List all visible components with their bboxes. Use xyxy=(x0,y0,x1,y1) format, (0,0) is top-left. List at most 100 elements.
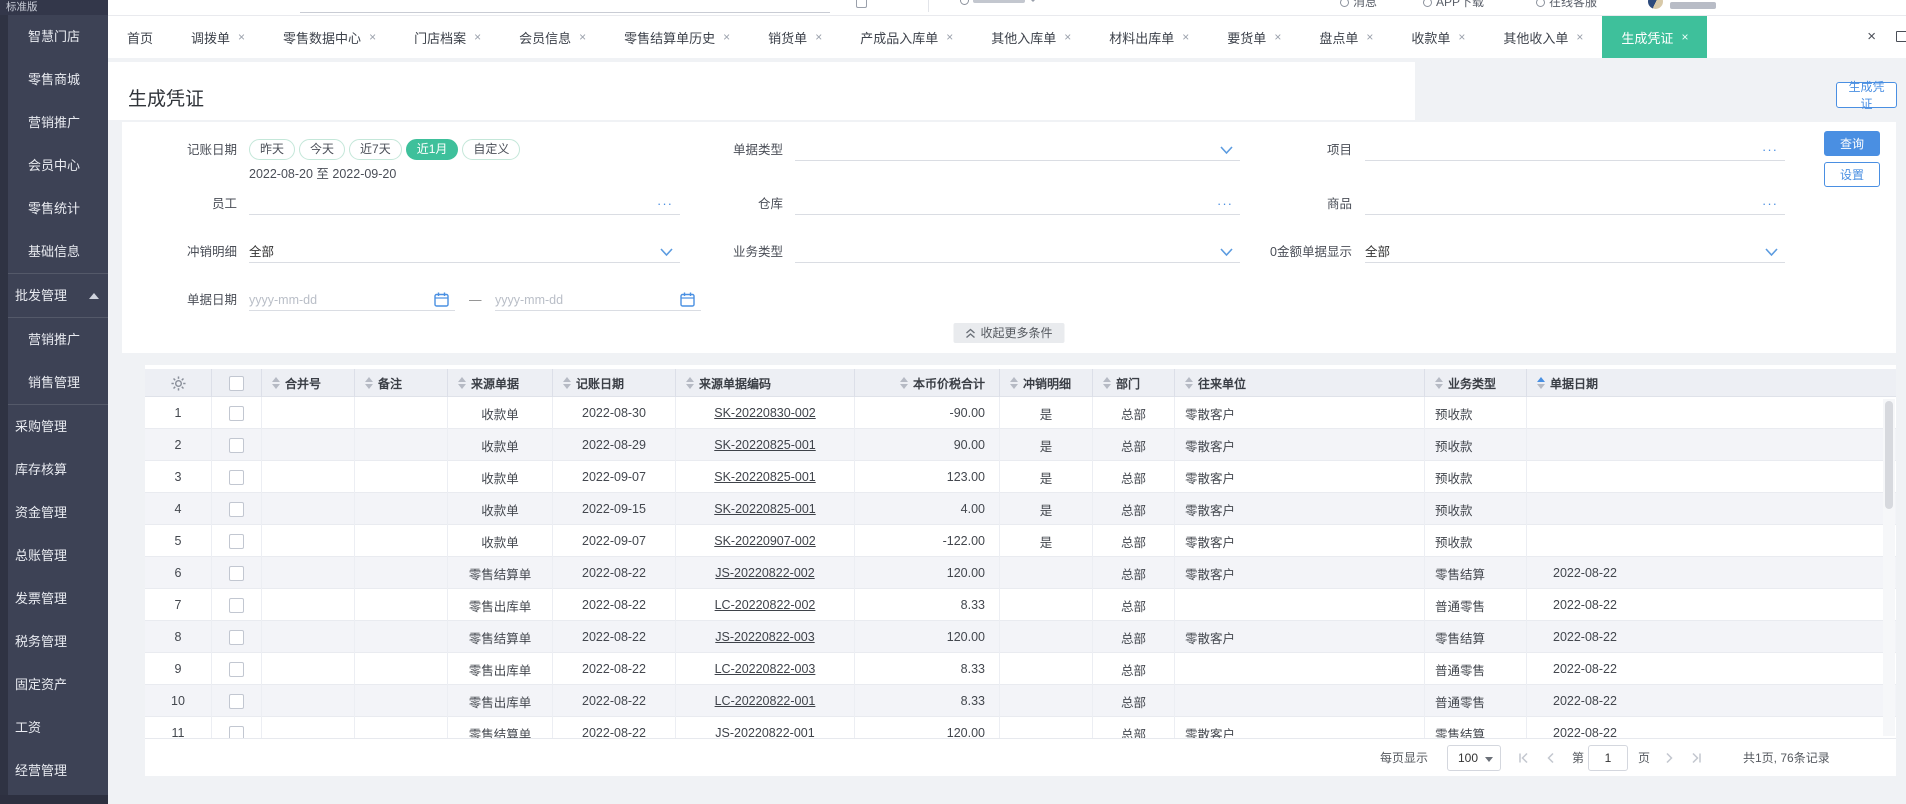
quick-action-menu[interactable] xyxy=(960,0,1037,7)
column-header-来源单据编码[interactable]: 来源单据编码 xyxy=(676,369,855,397)
tab-首页[interactable]: 首页 xyxy=(108,16,172,58)
sidebar-item-工资[interactable]: 工资 xyxy=(0,706,108,749)
close-tab-icon[interactable]: × xyxy=(1064,30,1071,44)
row-checkbox[interactable] xyxy=(229,437,244,453)
row-checkbox[interactable] xyxy=(229,725,244,738)
sort-icon[interactable] xyxy=(1010,377,1018,389)
sidebar-item-经营管理[interactable]: 经营管理 xyxy=(0,749,108,792)
column-header-备注[interactable]: 备注 xyxy=(355,369,448,397)
doc-date-from-input[interactable] xyxy=(249,289,455,311)
source-doc-link[interactable]: SK-20220907-002 xyxy=(714,534,815,548)
warehouse-picker-dots[interactable]: ··· xyxy=(1217,193,1233,215)
source-doc-link[interactable]: LC-20220822-001 xyxy=(715,694,816,708)
date-pill-自定义[interactable]: 自定义 xyxy=(462,139,521,160)
close-tab-icon[interactable]: × xyxy=(946,30,953,44)
messages-link[interactable]: 消息 xyxy=(1340,0,1377,10)
sidebar-item-税务管理[interactable]: 税务管理 xyxy=(0,620,108,663)
generate-voucher-button[interactable]: 生成凭证 xyxy=(1836,80,1897,111)
tab-门店档案[interactable]: 门店档案 × xyxy=(395,16,500,58)
tab-收款单[interactable]: 收款单 × xyxy=(1392,16,1484,58)
sort-icon[interactable] xyxy=(1103,377,1111,389)
project-input[interactable] xyxy=(1365,139,1785,161)
sidebar-item-零售商城[interactable]: 零售商城 xyxy=(0,58,108,101)
close-all-tabs-icon[interactable]: × xyxy=(1867,28,1876,45)
biz-type-select[interactable] xyxy=(795,241,1240,263)
sidebar-item-批发管理[interactable]: 批发管理 xyxy=(0,274,108,317)
page-number-input[interactable]: 1 xyxy=(1588,745,1628,771)
tab-零售数据中心[interactable]: 零售数据中心 × xyxy=(264,16,395,58)
sidebar-item-会员中心[interactable]: 会员中心 xyxy=(0,144,108,187)
tab-盘点单[interactable]: 盘点单 × xyxy=(1300,16,1392,58)
column-header-部门[interactable]: 部门 xyxy=(1093,369,1175,397)
tab-调拨单[interactable]: 调拨单 × xyxy=(172,16,264,58)
sidebar-item-零售统计[interactable]: 零售统计 xyxy=(0,187,108,230)
scan-icon[interactable] xyxy=(856,0,867,8)
last-page-icon[interactable] xyxy=(1690,752,1702,764)
close-tab-icon[interactable]: × xyxy=(1274,30,1281,44)
avatar[interactable] xyxy=(1648,0,1663,9)
source-doc-link[interactable]: LC-20220822-002 xyxy=(715,598,816,612)
sidebar-item-库存核算[interactable]: 库存核算 xyxy=(0,448,108,491)
chevron-down-icon[interactable] xyxy=(1220,146,1233,155)
column-header-往来单位[interactable]: 往来单位 xyxy=(1175,369,1425,397)
tab-生成凭证[interactable]: 生成凭证 × xyxy=(1602,16,1708,58)
sidebar-item-总账管理[interactable]: 总账管理 xyxy=(0,534,108,577)
close-tab-icon[interactable]: × xyxy=(1366,30,1373,44)
prev-page-icon[interactable] xyxy=(1545,752,1557,764)
calendar-icon[interactable] xyxy=(434,292,449,307)
column-header-checkbox[interactable] xyxy=(212,369,262,397)
collapse-more-filters-button[interactable]: 收起更多条件 xyxy=(953,323,1065,343)
row-checkbox[interactable] xyxy=(229,469,244,485)
row-checkbox[interactable] xyxy=(229,533,244,549)
close-tab-icon[interactable]: × xyxy=(579,30,586,44)
sort-icon[interactable] xyxy=(365,377,373,389)
sort-icon[interactable] xyxy=(458,377,466,389)
sidebar-item-固定资产[interactable]: 固定资产 xyxy=(0,663,108,706)
table-scrollbar[interactable] xyxy=(1883,399,1895,736)
close-tab-icon[interactable]: × xyxy=(1182,30,1189,44)
close-tab-icon[interactable]: × xyxy=(723,30,730,44)
date-pill-近7天[interactable]: 近7天 xyxy=(349,139,402,160)
first-page-icon[interactable] xyxy=(1518,752,1530,764)
date-pill-近1月[interactable]: 近1月 xyxy=(405,139,459,160)
close-tab-icon[interactable]: × xyxy=(1681,30,1688,44)
select-all-checkbox[interactable] xyxy=(229,375,244,391)
tab-要货单[interactable]: 要货单 × xyxy=(1208,16,1300,58)
zero-amount-select[interactable] xyxy=(1365,241,1785,263)
sidebar-item-发票管理[interactable]: 发票管理 xyxy=(0,577,108,620)
row-checkbox[interactable] xyxy=(229,565,244,581)
column-header-来源单据[interactable]: 来源单据 xyxy=(448,369,553,397)
row-checkbox[interactable] xyxy=(229,629,244,645)
sidebar-item-营销推广[interactable]: 营销推广 xyxy=(0,101,108,144)
goods-picker-dots[interactable]: ··· xyxy=(1762,193,1778,215)
sidebar-item-智慧门店[interactable]: 智慧门店 xyxy=(0,15,108,58)
chevron-down-icon[interactable] xyxy=(1220,248,1233,257)
column-header-单据日期[interactable]: 单据日期 xyxy=(1527,369,1896,397)
column-header-合并号[interactable]: 合并号 xyxy=(262,369,355,397)
sidebar-item-资金管理[interactable]: 资金管理 xyxy=(0,491,108,534)
tab-销货单[interactable]: 销货单 × xyxy=(749,16,841,58)
tab-其他入库单[interactable]: 其他入库单 × xyxy=(972,16,1090,58)
date-pill-昨天[interactable]: 昨天 xyxy=(249,139,296,160)
doc-date-to-input[interactable] xyxy=(495,289,701,311)
close-tab-icon[interactable]: × xyxy=(369,30,376,44)
sort-icon[interactable] xyxy=(563,377,571,389)
gear-icon[interactable] xyxy=(170,375,186,391)
global-search-input[interactable] xyxy=(300,12,830,13)
tab-零售结算单历史[interactable]: 零售结算单历史 × xyxy=(605,16,749,58)
sidebar-item-销售管理[interactable]: 销售管理 xyxy=(0,361,108,404)
date-pill-今天[interactable]: 今天 xyxy=(299,139,346,160)
source-doc-link[interactable]: SK-20220830-002 xyxy=(714,406,815,420)
query-button[interactable]: 查询 xyxy=(1824,131,1880,156)
tab-其他收入单[interactable]: 其他收入单 × xyxy=(1484,16,1602,58)
source-doc-link[interactable]: JS-20220822-001 xyxy=(715,726,814,738)
tab-材料出库单[interactable]: 材料出库单 × xyxy=(1090,16,1208,58)
close-tab-icon[interactable]: × xyxy=(815,30,822,44)
writeoff-select[interactable] xyxy=(249,241,680,263)
sort-icon[interactable] xyxy=(899,377,908,389)
restore-layout-icon[interactable] xyxy=(1896,31,1906,42)
sidebar-item-采购管理[interactable]: 采购管理 xyxy=(0,405,108,448)
support-link[interactable]: 在线客服 xyxy=(1536,0,1597,10)
sidebar-item-基础信息[interactable]: 基础信息 xyxy=(0,230,108,273)
row-checkbox[interactable] xyxy=(229,661,244,677)
